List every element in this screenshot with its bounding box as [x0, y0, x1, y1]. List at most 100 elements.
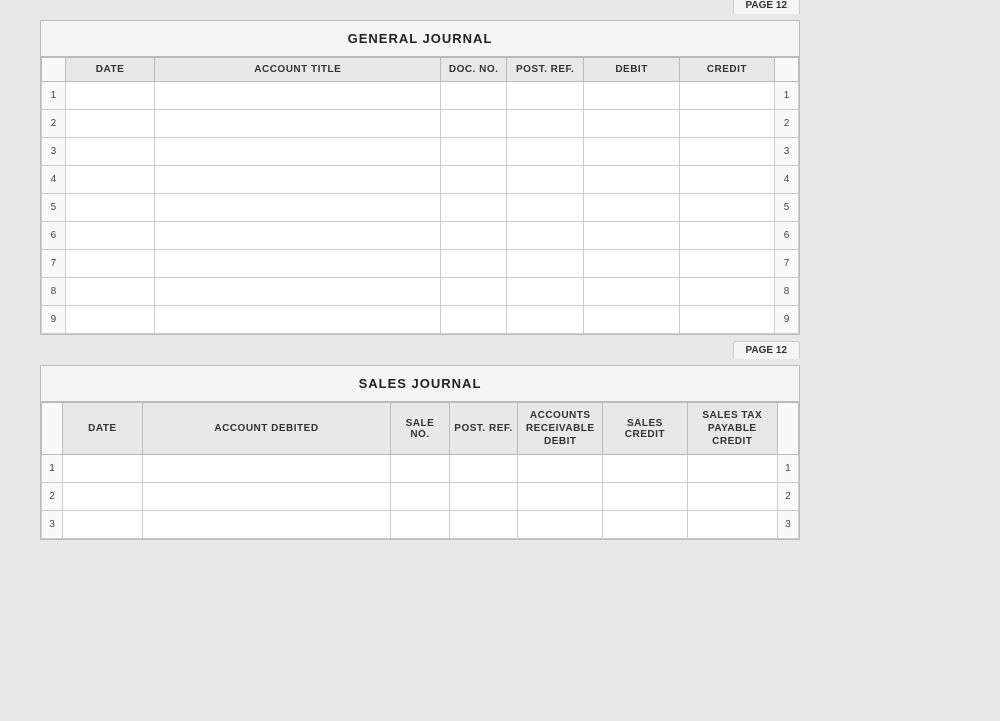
sj-date-cell: [63, 511, 142, 539]
post-ref-cell: [506, 110, 583, 138]
date-cell: [65, 306, 154, 334]
post-ref-cell: [506, 222, 583, 250]
table-row: 5 5: [42, 194, 799, 222]
date-cell: [65, 110, 154, 138]
sj-col-header-post-ref: POST. REF.: [449, 403, 518, 455]
sj-post-ref-cell: [449, 511, 518, 539]
row-number-right: 1: [775, 82, 799, 110]
sj-account-debited-cell: [142, 455, 391, 483]
post-ref-cell: [506, 82, 583, 110]
sj-sales-credit-cell: [603, 511, 688, 539]
credit-cell: [679, 138, 774, 166]
table-row: 9 9: [42, 306, 799, 334]
general-journal-container: GENERAL JOURNAL DATE ACCOUNT TITLE DOC. …: [40, 20, 800, 335]
table-row: 3 3: [42, 511, 799, 539]
row-number-left: 4: [42, 166, 66, 194]
sales-journal-table: DATE ACCOUNT DEBITED SALE NO. POST. REF.…: [41, 402, 799, 539]
sj-sales-credit-cell: [603, 455, 688, 483]
col-header-date: DATE: [65, 58, 154, 82]
general-journal-page-tab: PAGE 12: [733, 0, 801, 14]
sj-post-ref-cell: [449, 483, 518, 511]
table-row: 6 6: [42, 222, 799, 250]
sj-col-header-ar-debit: ACCOUNTSRECEIVABLEDEBIT: [518, 403, 603, 455]
table-row: 2 2: [42, 110, 799, 138]
row-number-left: 8: [42, 278, 66, 306]
row-number-right: 9: [775, 306, 799, 334]
debit-cell: [584, 278, 679, 306]
doc-no-cell: [441, 82, 507, 110]
credit-cell: [679, 110, 774, 138]
col-header-rownum-left: [42, 58, 66, 82]
col-header-rownum-right: [775, 58, 799, 82]
credit-cell: [679, 194, 774, 222]
sales-journal-page-tab: PAGE 12: [733, 341, 801, 359]
doc-no-cell: [441, 222, 507, 250]
sj-date-cell: [63, 455, 142, 483]
sj-sale-no-cell: [391, 483, 449, 511]
date-cell: [65, 278, 154, 306]
row-number-right: 7: [775, 250, 799, 278]
date-cell: [65, 194, 154, 222]
sj-sale-no-cell: [391, 455, 449, 483]
debit-cell: [584, 82, 679, 110]
sj-tax-credit-cell: [687, 511, 777, 539]
row-number-left: 6: [42, 222, 66, 250]
debit-cell: [584, 110, 679, 138]
sj-account-debited-cell: [142, 483, 391, 511]
sj-ar-debit-cell: [518, 511, 603, 539]
sj-post-ref-cell: [449, 455, 518, 483]
col-header-credit: CREDIT: [679, 58, 774, 82]
credit-cell: [679, 166, 774, 194]
sj-ar-debit-cell: [518, 455, 603, 483]
table-row: 3 3: [42, 138, 799, 166]
account-title-cell: [155, 82, 441, 110]
sj-row-number-left: 1: [42, 455, 63, 483]
debit-cell: [584, 138, 679, 166]
sj-col-header-sales-credit: SALES CREDIT: [603, 403, 688, 455]
account-title-cell: [155, 166, 441, 194]
sj-sale-no-cell: [391, 511, 449, 539]
credit-cell: [679, 250, 774, 278]
general-journal-title: GENERAL JOURNAL: [41, 21, 799, 57]
post-ref-cell: [506, 250, 583, 278]
post-ref-cell: [506, 138, 583, 166]
doc-no-cell: [441, 278, 507, 306]
sales-journal-wrapper: PAGE 12 SALES JOURNAL DATE ACCOUNT DEBIT…: [40, 365, 800, 540]
table-row: 7 7: [42, 250, 799, 278]
row-number-right: 2: [775, 110, 799, 138]
row-number-right: 6: [775, 222, 799, 250]
sj-row-number-left: 3: [42, 511, 63, 539]
doc-no-cell: [441, 250, 507, 278]
sj-account-debited-cell: [142, 511, 391, 539]
date-cell: [65, 222, 154, 250]
table-row: 1 1: [42, 455, 799, 483]
sales-journal-title: SALES JOURNAL: [41, 366, 799, 402]
row-number-left: 9: [42, 306, 66, 334]
row-number-right: 4: [775, 166, 799, 194]
post-ref-cell: [506, 166, 583, 194]
account-title-cell: [155, 306, 441, 334]
col-header-doc-no: DOC. NO.: [441, 58, 507, 82]
row-number-left: 5: [42, 194, 66, 222]
sj-row-number-right: 3: [777, 511, 798, 539]
table-row: 8 8: [42, 278, 799, 306]
date-cell: [65, 250, 154, 278]
date-cell: [65, 82, 154, 110]
sj-ar-debit-cell: [518, 483, 603, 511]
sj-col-header-date: DATE: [63, 403, 142, 455]
row-number-left: 7: [42, 250, 66, 278]
sj-row-number-right: 1: [777, 455, 798, 483]
table-row: 1 1: [42, 82, 799, 110]
doc-no-cell: [441, 110, 507, 138]
post-ref-cell: [506, 194, 583, 222]
debit-cell: [584, 306, 679, 334]
account-title-cell: [155, 138, 441, 166]
col-header-debit: DEBIT: [584, 58, 679, 82]
col-header-account-title: ACCOUNT TITLE: [155, 58, 441, 82]
sj-row-number-right: 2: [777, 483, 798, 511]
sj-col-header-account-debited: ACCOUNT DEBITED: [142, 403, 391, 455]
sales-journal-container: SALES JOURNAL DATE ACCOUNT DEBITED SALE …: [40, 365, 800, 540]
sj-sales-credit-cell: [603, 483, 688, 511]
debit-cell: [584, 194, 679, 222]
sj-date-cell: [63, 483, 142, 511]
